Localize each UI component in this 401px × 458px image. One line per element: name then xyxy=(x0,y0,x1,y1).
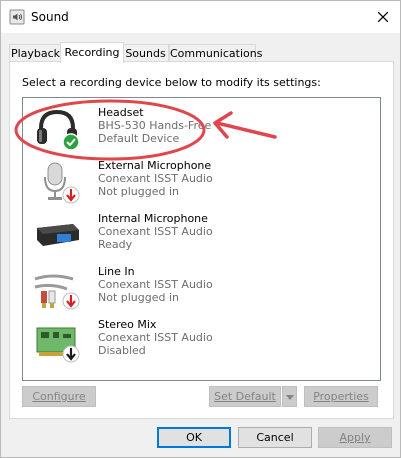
unplugged-arrow-icon xyxy=(62,292,80,310)
window-title: Sound xyxy=(31,10,69,24)
close-icon xyxy=(378,12,388,22)
ok-button[interactable]: OK xyxy=(157,427,231,448)
instructions-text: Select a recording device below to modif… xyxy=(22,76,321,89)
headset-icon xyxy=(37,109,80,151)
set-default-label: Set Default xyxy=(214,390,276,403)
device-name: External Microphone xyxy=(98,159,212,172)
device-description: BHS-530 Hands-Free xyxy=(98,119,212,132)
device-row-external-microphone[interactable]: External Microphone Conexant ISST Audio … xyxy=(23,155,380,208)
set-default-dropdown[interactable] xyxy=(282,386,297,407)
configure-button[interactable]: Configure xyxy=(22,386,96,407)
internal-microphone-icon xyxy=(37,224,79,246)
close-button[interactable] xyxy=(366,1,400,33)
chevron-down-icon xyxy=(285,395,294,400)
apply-label: Apply xyxy=(339,431,371,444)
tab-playback[interactable]: Playback xyxy=(9,44,62,62)
device-description: Conexant ISST Audio xyxy=(98,278,213,291)
properties-label: Properties xyxy=(313,390,369,403)
device-row-line-in[interactable]: Line In Conexant ISST Audio Not plugged … xyxy=(23,261,380,314)
default-check-icon xyxy=(62,133,80,151)
set-default-split-button[interactable]: Set Default xyxy=(209,386,297,407)
properties-button[interactable]: Properties xyxy=(304,386,378,407)
line-in-icon xyxy=(34,274,80,310)
device-description: Conexant ISST Audio xyxy=(98,331,213,344)
device-status: Not plugged in xyxy=(98,185,180,198)
device-name: Headset xyxy=(98,106,144,119)
cancel-button[interactable]: Cancel xyxy=(238,427,312,448)
title-bar: Sound xyxy=(1,1,400,33)
device-description: Conexant ISST Audio xyxy=(98,225,213,238)
sound-dialog: Sound Playback Recording Sounds Communic… xyxy=(0,0,401,458)
device-description: Conexant ISST Audio xyxy=(98,172,213,185)
configure-label: Configure xyxy=(32,390,86,403)
device-name: Internal Microphone xyxy=(98,212,208,225)
apply-button[interactable]: Apply xyxy=(318,427,392,448)
external-microphone-icon xyxy=(44,162,80,204)
disabled-arrow-icon xyxy=(62,345,80,363)
device-status: Default Device xyxy=(98,132,180,145)
unplugged-arrow-icon xyxy=(62,186,80,204)
tab-sounds[interactable]: Sounds xyxy=(122,44,169,62)
device-status: Ready xyxy=(98,238,133,251)
stereo-mix-icon xyxy=(36,327,80,363)
device-row-stereo-mix[interactable]: Stereo Mix Conexant ISST Audio Disabled xyxy=(23,314,380,367)
device-status: Disabled xyxy=(98,344,146,357)
tab-recording[interactable]: Recording xyxy=(60,42,124,63)
set-default-button[interactable]: Set Default xyxy=(209,386,281,407)
tab-communications[interactable]: Communications xyxy=(169,44,262,62)
device-status: Not plugged in xyxy=(98,291,180,304)
device-name: Stereo Mix xyxy=(98,318,157,331)
device-name: Line In xyxy=(98,265,135,278)
device-row-headset[interactable]: Headset BHS-530 Hands-Free Default Devic… xyxy=(23,102,380,155)
speaker-icon xyxy=(9,9,25,25)
device-row-internal-microphone[interactable]: Internal Microphone Conexant ISST Audio … xyxy=(23,208,380,261)
device-list[interactable]: Headset BHS-530 Hands-Free Default Devic… xyxy=(22,97,381,381)
recording-panel: Select a recording device below to modif… xyxy=(9,61,394,419)
